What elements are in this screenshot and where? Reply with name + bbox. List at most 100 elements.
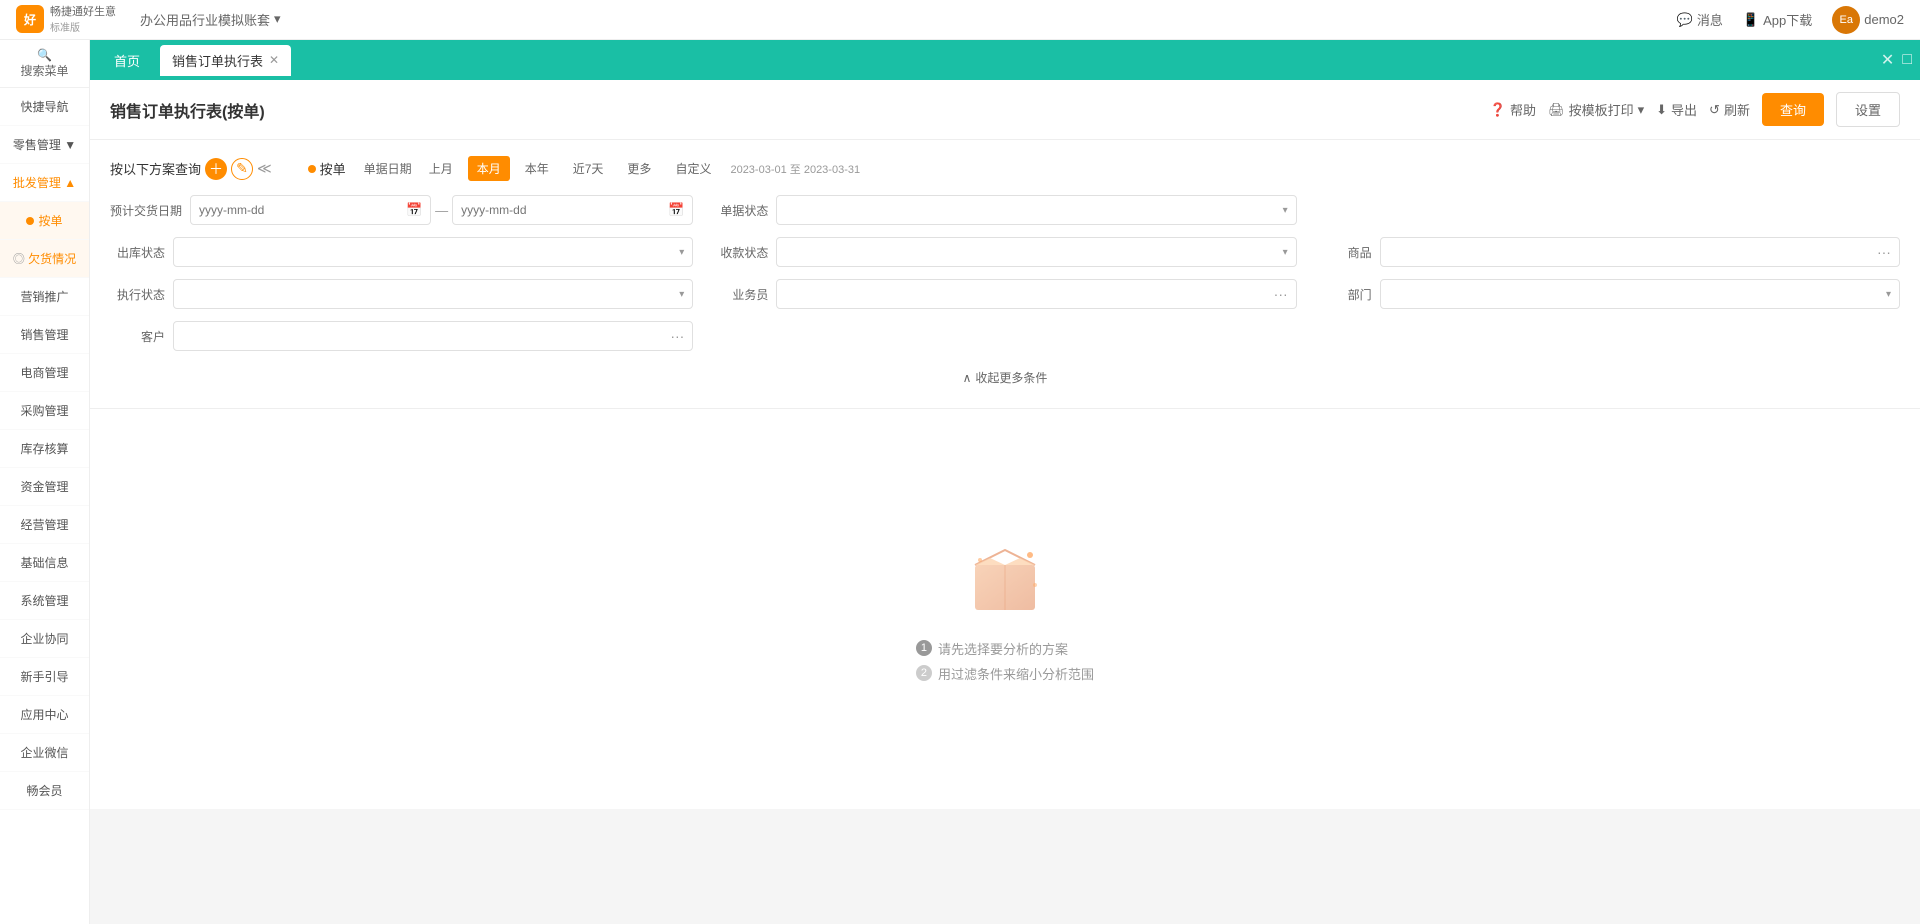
refresh-btn[interactable]: ↺ 刷新 — [1709, 100, 1750, 119]
filter-row-3: 执行状态 ▾ 业务员 ··· — [110, 279, 1900, 309]
tab-minimize-icon[interactable]: ✕ — [1881, 50, 1894, 70]
collapse-btn[interactable]: ∧ 收起更多条件 — [110, 363, 1900, 392]
sidebar-search[interactable]: 🔍 搜索菜单 — [0, 40, 89, 88]
workspace-selector[interactable]: 办公用品行业模拟账套 ▾ — [140, 10, 281, 29]
salesman-label: 业务员 — [713, 286, 768, 303]
refresh-icon: ↺ — [1709, 102, 1720, 118]
by-order-label: 按单 — [38, 212, 62, 229]
bill-status-select[interactable]: ▾ — [776, 195, 1296, 225]
receipt-status-input[interactable] — [785, 245, 1282, 259]
dept-input[interactable] — [1389, 287, 1886, 301]
help-icon: ❓ — [1490, 102, 1506, 118]
bill-status-label: 单据状态 — [713, 202, 768, 219]
receipt-status-select[interactable]: ▾ — [776, 237, 1296, 267]
tab-bar-actions: ✕ □ — [1881, 50, 1912, 70]
scheme-area: 按以下方案查询 ＋ ✎ ≪ — [110, 158, 272, 180]
sidebar-item-system[interactable]: 系统管理 — [0, 582, 89, 620]
goods-dots-icon[interactable]: ··· — [1877, 244, 1891, 260]
tab-home[interactable]: 首页 — [98, 45, 156, 76]
sidebar-item-inventory[interactable]: 库存核算 — [0, 430, 89, 468]
help-label: 帮助 — [1510, 100, 1536, 119]
sidebar-item-marketing[interactable]: 营销推广 — [0, 278, 89, 316]
print-btn[interactable]: 🖨 按模板打印 ▾ — [1548, 100, 1644, 119]
sidebar-item-wechat[interactable]: 企业微信 — [0, 734, 89, 772]
help-btn[interactable]: ❓ 帮助 — [1490, 100, 1536, 119]
customer-dots-icon[interactable]: ··· — [670, 328, 684, 344]
salesman-input[interactable] — [785, 287, 1273, 301]
date-btn-this-year[interactable]: 本年 — [516, 156, 558, 181]
message-action[interactable]: 💬 消息 — [1677, 10, 1723, 29]
sidebar-item-ecommerce[interactable]: 电商管理 — [0, 354, 89, 392]
sidebar-sales-label: 销售管理 — [20, 328, 68, 342]
goods-select[interactable]: ··· — [1380, 237, 1900, 267]
settings-button[interactable]: 设置 — [1836, 92, 1900, 127]
sidebar-item-purchase[interactable]: 采购管理 — [0, 392, 89, 430]
forecast-date-field: 预计交货日期 📅 — 📅 — [110, 195, 693, 225]
ship-status-select[interactable]: ▾ — [173, 237, 693, 267]
salesman-select[interactable]: ··· — [776, 279, 1296, 309]
forecast-date-start-wrapper: 📅 — [190, 195, 431, 225]
sidebar-item-finance[interactable]: 资金管理 — [0, 468, 89, 506]
exec-status-field: 执行状态 ▾ — [110, 279, 693, 309]
scheme-add-icon[interactable]: ＋ — [205, 158, 227, 180]
logo-area: 好 畅捷通好生意 标准版 — [16, 5, 116, 34]
avatar: Ea — [1832, 6, 1860, 34]
sidebar-item-cooperation[interactable]: 企业协同 — [0, 620, 89, 658]
sidebar-item-management[interactable]: 经营管理 — [0, 506, 89, 544]
date-btn-more[interactable]: 更多 — [618, 156, 660, 181]
sidebar-cooperation-label: 企业协同 — [20, 632, 68, 646]
customer-input[interactable] — [182, 329, 670, 343]
message-label: 消息 — [1697, 10, 1723, 29]
scheme-edit-icon[interactable]: ✎ — [231, 158, 253, 180]
ship-status-arrow-icon: ▾ — [679, 247, 684, 258]
sidebar-item-wholesale[interactable]: 批发管理 ▲ — [0, 164, 89, 202]
receipt-status-arrow-icon: ▾ — [1283, 247, 1288, 258]
bill-status-input[interactable] — [785, 203, 1282, 217]
sidebar-item-quick-nav[interactable]: 快捷导航 — [0, 88, 89, 126]
query-button[interactable]: 查询 — [1762, 93, 1824, 126]
tab-sales-exec[interactable]: 销售订单执行表 ✕ — [160, 45, 291, 76]
sidebar-item-apps[interactable]: 应用中心 — [0, 696, 89, 734]
by-order-dot-icon — [26, 217, 34, 225]
calendar-end-icon[interactable]: 📅 — [668, 202, 684, 218]
bill-status-arrow-icon: ▾ — [1283, 205, 1288, 216]
empty-box-svg — [955, 530, 1055, 620]
sidebar-item-newbie[interactable]: 新手引导 — [0, 658, 89, 696]
sidebar-item-sales[interactable]: 销售管理 — [0, 316, 89, 354]
exec-status-input[interactable] — [182, 287, 679, 301]
app-download-action[interactable]: 📱 App下载 — [1743, 10, 1812, 29]
salesman-field: 业务员 ··· — [713, 279, 1296, 309]
date-btn-last-month[interactable]: 上月 — [420, 156, 462, 181]
goods-input[interactable] — [1389, 245, 1877, 259]
shortage-dot-icon: ◎ — [13, 252, 25, 266]
date-btn-custom[interactable]: 自定义 — [666, 156, 720, 181]
content-area: 首页 销售订单执行表 ✕ ✕ □ 销售订单执行表(按单) ❓ 帮助 — [90, 40, 1920, 924]
date-btn-this-month[interactable]: 本月 — [468, 156, 510, 181]
sidebar-item-by-order[interactable]: 按单 — [0, 202, 89, 240]
calendar-start-icon[interactable]: 📅 — [406, 202, 422, 218]
scheme-collapse-icon[interactable]: ≪ — [257, 160, 272, 177]
sidebar-wholesale-label: 批发管理 ▲ — [13, 176, 76, 190]
main-layout: 🔍 搜索菜单 快捷导航 零售管理 ▼ 批发管理 ▲ 按单 ◎ 欠货情况 营销推广 — [0, 40, 1920, 924]
export-btn[interactable]: ⬇ 导出 — [1656, 100, 1697, 119]
forecast-date-end-input[interactable] — [461, 203, 668, 217]
dept-select[interactable]: ▾ — [1380, 279, 1900, 309]
customer-select[interactable]: ··· — [173, 321, 693, 351]
sidebar-item-member[interactable]: 畅会员 — [0, 772, 89, 810]
exec-status-label: 执行状态 — [110, 286, 165, 303]
salesman-dots-icon[interactable]: ··· — [1274, 286, 1288, 302]
tab-close-icon[interactable]: ✕ — [269, 53, 279, 67]
user-action[interactable]: Ea demo2 — [1832, 6, 1904, 34]
date-btn-7days[interactable]: 近7天 — [564, 156, 613, 181]
sidebar-item-shortage[interactable]: ◎ 欠货情况 — [0, 240, 89, 278]
exec-status-select[interactable]: ▾ — [173, 279, 693, 309]
sidebar-apps-label: 应用中心 — [20, 708, 68, 722]
top-bar-right: 💬 消息 📱 App下载 Ea demo2 — [1677, 6, 1904, 34]
ship-status-input[interactable] — [182, 245, 679, 259]
sidebar-item-basic[interactable]: 基础信息 — [0, 544, 89, 582]
forecast-date-start-input[interactable] — [199, 203, 406, 217]
print-icon: 🖨 — [1548, 102, 1565, 118]
sidebar-item-retail[interactable]: 零售管理 ▼ — [0, 126, 89, 164]
tab-maximize-icon[interactable]: □ — [1902, 51, 1912, 69]
active-scheme-dot — [308, 165, 316, 173]
